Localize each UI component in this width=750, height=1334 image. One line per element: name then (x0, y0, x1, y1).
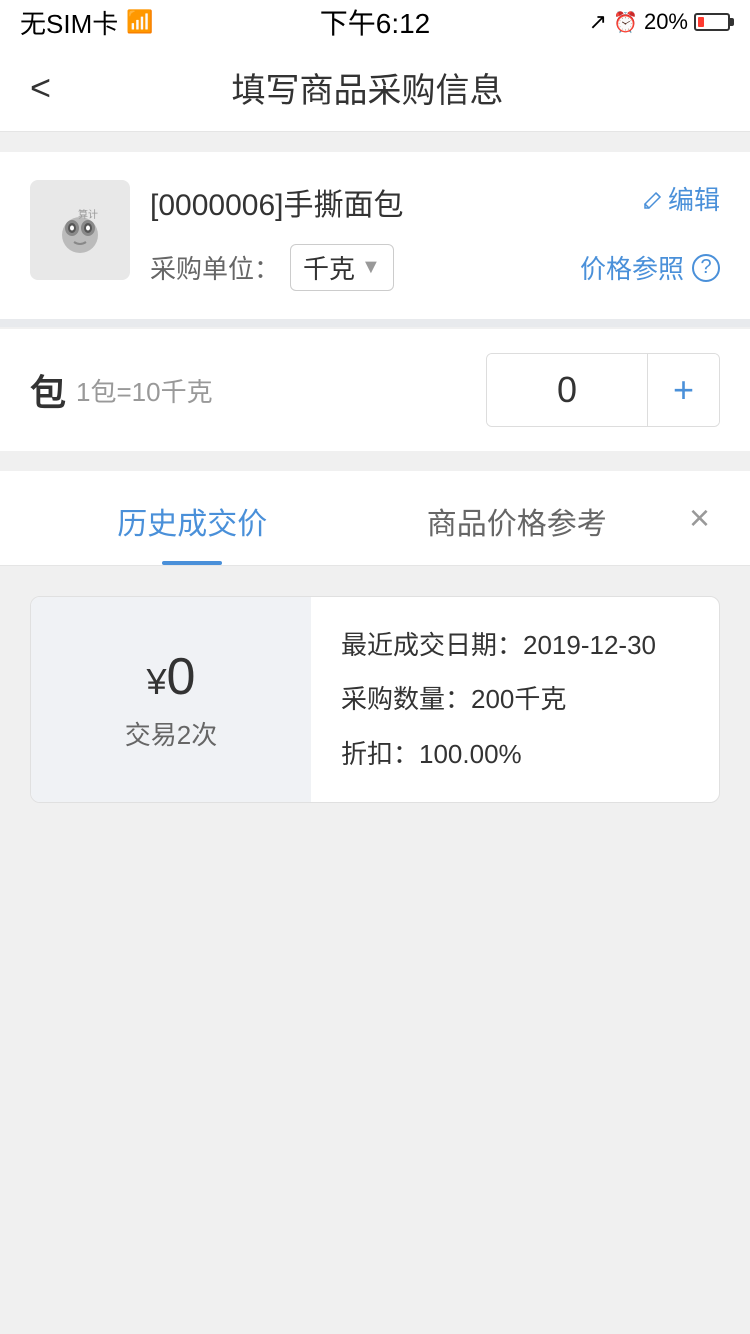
quantity-label: 包 1包=10千克 (30, 364, 213, 416)
product-header: [0000006]手撕面包 编辑 (150, 180, 720, 224)
battery-icon (694, 13, 730, 31)
status-time: 下午6:12 (320, 2, 431, 42)
tab-history-price[interactable]: 历史成交价 (30, 471, 354, 565)
price-reference-button[interactable]: 价格参照 ? (580, 249, 720, 286)
alarm-icon: ⏰ (613, 10, 638, 35)
history-section: ¥0 交易2次 最近成交日期：2019-12-30 采购数量：200千克 折扣：… (0, 566, 750, 833)
discount-line: 折扣：100.00% (341, 736, 689, 772)
yen-symbol: ¥ (147, 661, 167, 702)
tab-close-button[interactable]: × (679, 487, 720, 549)
quantity-input[interactable] (487, 354, 647, 426)
product-name: [0000006]手撕面包 (150, 180, 403, 224)
quantity-control: + (486, 353, 720, 427)
svg-text:算计: 算计 (78, 208, 98, 221)
nav-bar: < 填写商品采购信息 (0, 44, 750, 132)
edit-button[interactable]: 编辑 (642, 180, 720, 217)
status-bar: 无SIM卡 📶 下午6:12 ↗ ⏰ 20% (0, 0, 750, 44)
edit-icon (642, 188, 664, 210)
product-unit-row: 采购单位： 千克 ▼ 价格参照 ? (150, 244, 720, 291)
recent-date-line: 最近成交日期：2019-12-30 (341, 627, 689, 663)
unit-select[interactable]: 千克 ▼ (290, 244, 394, 291)
unit-label: 采购单位： (150, 249, 280, 286)
tab-product-price-ref[interactable]: 商品价格参考 (354, 471, 678, 565)
purchase-qty-line: 采购数量：200千克 (341, 681, 689, 717)
battery-fill (698, 17, 704, 27)
tabs-container: 历史成交价 商品价格参考 × (0, 471, 750, 566)
battery-percent: 20% (644, 9, 688, 35)
price-display: ¥0 (147, 647, 196, 707)
product-thumbnail-icon: 算计 (50, 200, 110, 260)
product-image: 算计 (30, 180, 130, 280)
history-card: ¥0 交易2次 最近成交日期：2019-12-30 采购数量：200千克 折扣：… (30, 596, 720, 803)
trade-count: 交易2次 (125, 715, 217, 752)
help-icon: ? (692, 254, 720, 282)
location-icon: ↗ (589, 9, 607, 35)
wifi-icon: 📶 (126, 9, 153, 35)
history-right-panel: 最近成交日期：2019-12-30 采购数量：200千克 折扣：100.00% (311, 597, 719, 802)
status-left: 无SIM卡 📶 (20, 4, 154, 41)
tab-underline (162, 561, 222, 565)
pack-sub: 1包=10千克 (76, 372, 213, 409)
quantity-section: 包 1包=10千克 + (0, 329, 750, 451)
price-number: 0 (167, 648, 196, 706)
product-card: 算计 [0000006]手撕面包 编辑 采购单位： 千克 ▼ (0, 152, 750, 319)
section-divider (0, 319, 750, 327)
product-info: [0000006]手撕面包 编辑 采购单位： 千克 ▼ 价格参照 (150, 180, 720, 291)
pack-label: 包 (30, 364, 66, 416)
back-button[interactable]: < (30, 67, 51, 109)
dropdown-arrow-icon: ▼ (361, 256, 381, 279)
history-left-panel: ¥0 交易2次 (31, 597, 311, 802)
quantity-plus-button[interactable]: + (647, 354, 719, 426)
sim-text: 无SIM卡 (20, 4, 118, 41)
status-right: ↗ ⏰ 20% (589, 9, 730, 35)
page-title: 填写商品采购信息 (71, 63, 664, 112)
